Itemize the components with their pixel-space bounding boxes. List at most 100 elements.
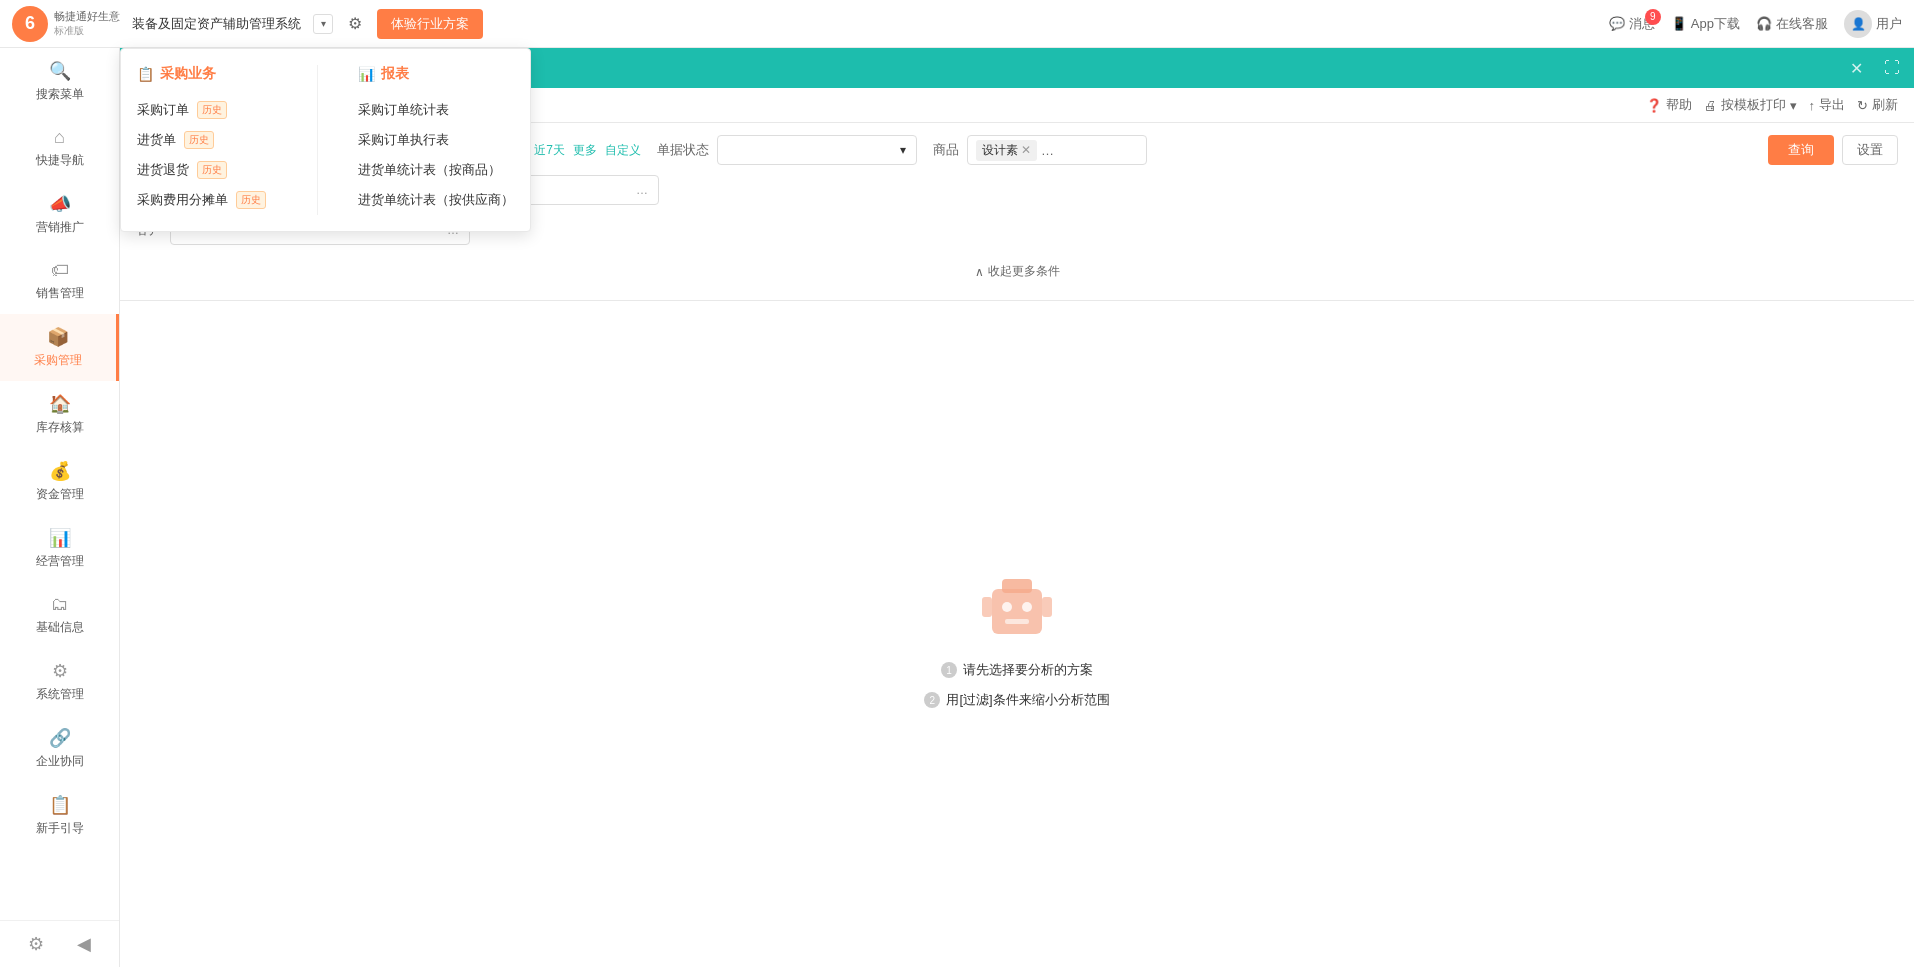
- hint1-icon: 1: [941, 662, 957, 678]
- message-icon: 💬: [1609, 16, 1625, 31]
- business-section: 📋 采购业务 采购订单 历史 进货单 历史 进货退货 历史 采购费用分摊单 历史: [137, 65, 277, 215]
- notifications-btn[interactable]: 💬 消息 9: [1609, 15, 1655, 33]
- help-btn[interactable]: ❓ 帮助: [1646, 96, 1692, 114]
- badge-count: 9: [1645, 9, 1661, 25]
- top-header: 6 畅捷通好生意 标准版 装备及固定资产辅助管理系统 ▾ ⚙ 体验行业方案 💬 …: [0, 0, 1914, 48]
- purchase-icon: 📦: [47, 326, 69, 348]
- tab-close-window-btn[interactable]: ✕: [1842, 54, 1870, 82]
- sidebar-item-guide[interactable]: 📋 新手引导: [0, 782, 119, 849]
- empty-hint-1: 1 请先选择要分析的方案: [941, 661, 1093, 679]
- sidebar-item-base-info[interactable]: 🗂 基础信息: [0, 582, 119, 648]
- dropdown-item-purchase-goods[interactable]: 进货单 历史: [137, 125, 277, 155]
- dropdown-item-purchase-order[interactable]: 采购订单 历史: [137, 95, 277, 125]
- order-exec-label: 采购订单执行表: [358, 131, 449, 149]
- sidebar-item-enterprise[interactable]: 🔗 企业协同: [0, 715, 119, 782]
- sidebar-label: 销售管理: [36, 285, 84, 302]
- svg-rect-1: [1002, 579, 1032, 593]
- online-service-btn[interactable]: 🎧 在线客服: [1756, 15, 1828, 33]
- empty-state: 1 请先选择要分析的方案 2 用[过滤]条件来缩小分析范围: [120, 301, 1914, 967]
- purchase-fee-label: 采购费用分摊单: [137, 191, 228, 209]
- dropdown-item-goods-stats-by-product[interactable]: 进货单统计表（按商品）: [358, 155, 514, 185]
- goods-stats-supplier-label: 进货单统计表（按供应商）: [358, 191, 514, 209]
- home-icon: ⌂: [54, 127, 65, 148]
- clipboard-icon: 📋: [49, 794, 71, 816]
- sidebar-item-search[interactable]: 🔍 搜索菜单: [0, 48, 119, 115]
- voucher-status-select[interactable]: ▾: [717, 135, 917, 165]
- tag-icon: 🏷: [51, 260, 69, 281]
- sidebar-footer: ⚙ ◀: [0, 920, 119, 967]
- salesperson-ellipsis[interactable]: …: [636, 183, 648, 197]
- sidebar-label: 企业协同: [36, 753, 84, 770]
- sidebar-label: 资金管理: [36, 486, 84, 503]
- logo-area: 6 畅捷通好生意 标准版: [12, 6, 132, 42]
- shortcut-7days[interactable]: 近7天: [534, 142, 565, 159]
- purchase-order-label: 采购订单: [137, 101, 189, 119]
- print-btn[interactable]: 🖨 按模板打印 ▾: [1704, 96, 1797, 114]
- sidebar-item-inventory[interactable]: 🏠 库存核算: [0, 381, 119, 448]
- app-download-btn[interactable]: 📱 App下载: [1671, 15, 1740, 33]
- header-settings-btn[interactable]: ⚙: [341, 10, 369, 38]
- report-icon: 📊: [358, 66, 375, 82]
- header-center: 装备及固定资产辅助管理系统 ▾ ⚙ 体验行业方案: [132, 9, 1609, 39]
- industry-btn[interactable]: 体验行业方案: [377, 9, 483, 39]
- app-download-label: App下载: [1691, 15, 1740, 33]
- purchase-goods-badge: 历史: [184, 131, 214, 149]
- purchase-goods-label: 进货单: [137, 131, 176, 149]
- dropdown-item-order-stats[interactable]: 采购订单统计表: [358, 95, 514, 125]
- sidebar-label: 快捷导航: [36, 152, 84, 169]
- sidebar-collapse-icon[interactable]: ◀: [77, 933, 91, 955]
- svg-point-2: [1002, 602, 1012, 612]
- empty-illustration: [967, 559, 1067, 649]
- dropdown-item-goods-stats-by-supplier[interactable]: 进货单统计表（按供应商）: [358, 185, 514, 215]
- shortcut-more[interactable]: 更多: [573, 142, 597, 159]
- export-btn[interactable]: ↑ 导出: [1809, 96, 1846, 114]
- hint2-text: 用[过滤]条件来缩小分析范围: [946, 691, 1109, 709]
- report-section: 📊 报表 采购订单统计表 采购订单执行表 进货单统计表（按商品） 进货单统计表（…: [358, 65, 514, 215]
- chart-icon: 📊: [49, 527, 71, 549]
- collapse-btn[interactable]: ∧ 收起更多条件: [975, 263, 1060, 280]
- dropdown-item-purchase-return[interactable]: 进货退货 历史: [137, 155, 277, 185]
- collapse-row: ∧ 收起更多条件: [136, 255, 1898, 288]
- online-service-label: 在线客服: [1776, 15, 1828, 33]
- refresh-btn[interactable]: ↻ 刷新: [1857, 96, 1898, 114]
- filter-goods: 商品 设计素 ✕ …: [933, 135, 1147, 165]
- setting-btn[interactable]: 设置: [1842, 135, 1898, 165]
- sidebar-item-purchase[interactable]: 📦 采购管理: [0, 314, 119, 381]
- sidebar-label: 基础信息: [36, 619, 84, 636]
- goods-tag-close[interactable]: ✕: [1021, 143, 1031, 157]
- tab-maximize-btn[interactable]: ⛶: [1878, 54, 1906, 82]
- help-icon: ❓: [1646, 98, 1662, 113]
- system-dropdown-btn[interactable]: ▾: [313, 14, 333, 34]
- order-stats-label: 采购订单统计表: [358, 101, 449, 119]
- query-btn[interactable]: 查询: [1768, 135, 1834, 165]
- empty-hint-2: 2 用[过滤]条件来缩小分析范围: [924, 691, 1109, 709]
- warehouse-icon: 🏠: [49, 393, 71, 415]
- sidebar-item-system[interactable]: ⚙ 系统管理: [0, 648, 119, 715]
- sidebar-item-quick-nav[interactable]: ⌂ 快捷导航: [0, 115, 119, 181]
- empty-svg: [967, 559, 1067, 649]
- goods-tag-filter[interactable]: 设计素 ✕ …: [967, 135, 1147, 165]
- filter-voucher-status: 单据状态 ▾: [657, 135, 917, 165]
- sidebar: 🔍 搜索菜单 ⌂ 快捷导航 📣 营销推广 🏷 销售管理 📦 采购管理 🏠 库存核…: [0, 48, 120, 967]
- sidebar-label: 搜索菜单: [36, 86, 84, 103]
- collapse-arrow-icon: ∧: [975, 265, 984, 279]
- sidebar-label: 库存核算: [36, 419, 84, 436]
- user-btn[interactable]: 👤 用户: [1844, 10, 1902, 38]
- voucher-status-label: 单据状态: [657, 141, 709, 159]
- goods-more[interactable]: …: [1041, 143, 1054, 158]
- sidebar-item-marketing[interactable]: 📣 营销推广: [0, 181, 119, 248]
- refresh-icon: ↻: [1857, 98, 1868, 113]
- svg-rect-0: [992, 589, 1042, 634]
- shortcut-custom[interactable]: 自定义: [605, 142, 641, 159]
- phone-icon: 📱: [1671, 16, 1687, 31]
- sidebar-item-operation[interactable]: 📊 经营管理: [0, 515, 119, 582]
- date-shortcuts: 近7天 更多 自定义: [534, 142, 641, 159]
- avatar: 👤: [1844, 10, 1872, 38]
- report-title-label: 报表: [381, 65, 409, 83]
- footer-settings-icon[interactable]: ⚙: [28, 933, 44, 955]
- sidebar-item-finance[interactable]: 💰 资金管理: [0, 448, 119, 515]
- dropdown-item-purchase-fee[interactable]: 采购费用分摊单 历史: [137, 185, 277, 215]
- dropdown-item-order-exec[interactable]: 采购订单执行表: [358, 125, 514, 155]
- sidebar-item-sales[interactable]: 🏷 销售管理: [0, 248, 119, 314]
- print-label: 按模板打印: [1721, 96, 1786, 114]
